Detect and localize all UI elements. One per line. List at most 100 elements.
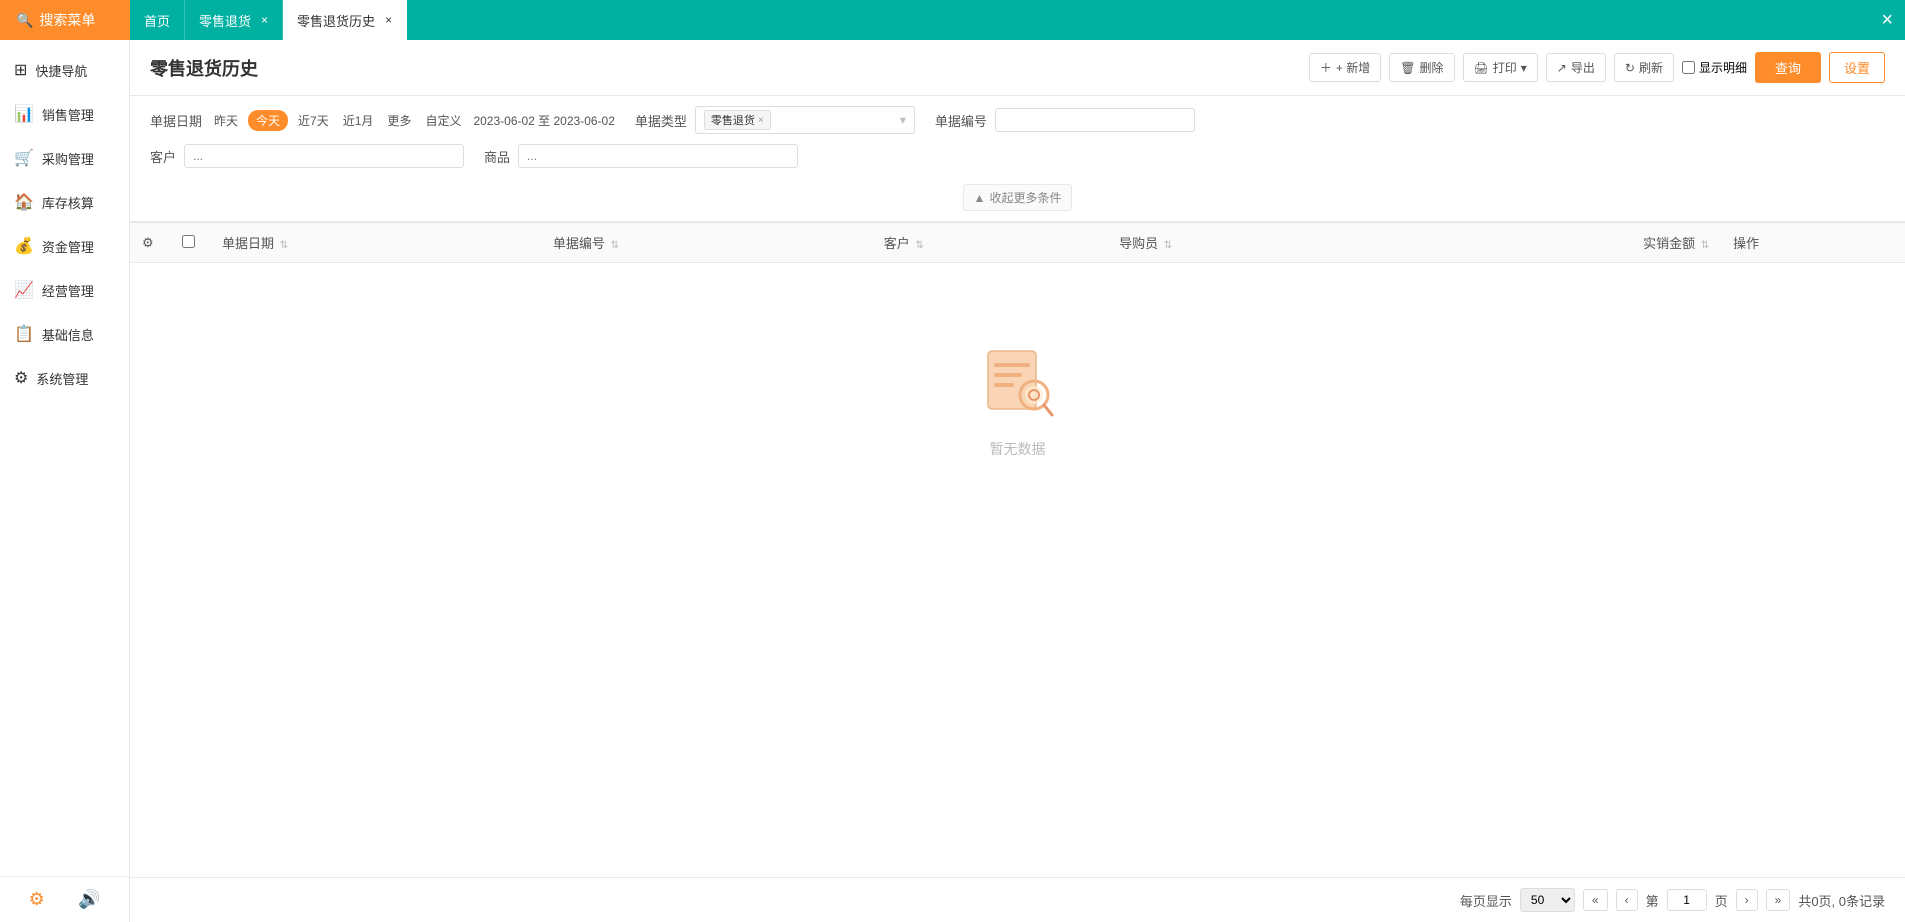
page-number-input[interactable]: 1 — [1667, 889, 1707, 911]
tab-retail-return-history-close[interactable]: × — [385, 13, 392, 27]
sidebar: ⊞ 快捷导航 📊 销售管理 🛒 采购管理 🏠 库存核算 💰 资金管理 📈 经营管… — [0, 40, 130, 922]
doc-type-tag-close[interactable]: × — [758, 115, 764, 126]
sidebar-item-sales[interactable]: 📊 销售管理 — [0, 92, 129, 136]
print-icon: 🖨 — [1474, 61, 1489, 75]
sidebar-speaker-btn[interactable]: 🔊 — [78, 889, 100, 910]
tab-home[interactable]: 首页 — [130, 0, 185, 40]
page-title: 零售退货历史 — [150, 55, 258, 81]
sidebar-settings-btn[interactable]: ⚙ — [29, 889, 45, 910]
th-doc-date[interactable]: 单据日期 ⇅ — [210, 223, 541, 263]
date-month[interactable]: 近1月 — [339, 110, 378, 131]
date-today[interactable]: 今天 — [248, 110, 288, 131]
th-customer[interactable]: 客户 ⇅ — [872, 223, 1107, 263]
sidebar-bottom: ⚙ 🔊 — [0, 876, 129, 922]
doc-type-chevron-icon: ▾ — [900, 113, 906, 127]
sidebar-item-sales-label: 销售管理 — [42, 105, 94, 124]
print-label: 打印 — [1493, 59, 1517, 76]
date-yesterday[interactable]: 昨天 — [210, 110, 242, 131]
page-first-btn[interactable]: « — [1583, 889, 1608, 911]
tab-retail-return[interactable]: 零售退货 × — [185, 0, 283, 40]
query-btn[interactable]: 查询 — [1755, 52, 1821, 83]
th-doc-number-label: 单据编号 — [553, 236, 605, 251]
date-filter-label: 单据日期 — [150, 111, 202, 130]
page-last-btn[interactable]: » — [1766, 889, 1791, 911]
date-filter: 单据日期 昨天 今天 近7天 近1月 更多 自定义 2023-06-02 至 2… — [150, 110, 615, 131]
empty-state: 暂无数据 — [130, 263, 1905, 539]
doc-type-select[interactable]: 零售退货 × ▾ — [695, 106, 915, 134]
query-label: 查询 — [1775, 61, 1801, 76]
purchase-icon: 🛒 — [14, 148, 34, 168]
th-customer-sort-icon: ⇅ — [915, 240, 923, 251]
collapse-label: 收起更多条件 — [989, 189, 1061, 206]
search-icon: 🔍 — [16, 12, 33, 29]
sidebar-item-system-label: 系统管理 — [36, 369, 88, 388]
new-btn[interactable]: ＋ + 新增 — [1309, 53, 1381, 82]
empty-icon — [978, 343, 1058, 423]
tab-retail-return-history[interactable]: 零售退货历史 × — [283, 0, 407, 40]
page-size-select[interactable]: 50 20 100 — [1520, 888, 1575, 912]
date-more[interactable]: 更多 — [383, 110, 415, 131]
delete-btn[interactable]: 🗑 删除 — [1389, 53, 1454, 82]
date-range-display: 2023-06-02 至 2023-06-02 — [473, 112, 614, 129]
sidebar-item-inventory-label: 库存核算 — [42, 193, 94, 212]
search-menu-btn[interactable]: 🔍 搜索菜单 — [0, 0, 130, 40]
sidebar-item-system[interactable]: ⚙ 系统管理 — [0, 356, 129, 400]
th-action: 操作 — [1721, 223, 1905, 263]
page-next-btn[interactable]: › — [1736, 889, 1758, 911]
show-detail-checkbox[interactable] — [1682, 61, 1695, 74]
date-options: 昨天 今天 近7天 近1月 更多 自定义 — [210, 110, 465, 131]
sidebar-item-basic-info[interactable]: 📋 基础信息 — [0, 312, 129, 356]
data-table: ⚙ 单据日期 ⇅ 单据编号 ⇅ — [130, 222, 1905, 263]
setting-btn[interactable]: 设置 — [1829, 52, 1885, 83]
page-label: 页 — [1715, 891, 1728, 910]
date-week[interactable]: 近7天 — [294, 110, 333, 131]
sidebar-item-basic-info-label: 基础信息 — [42, 325, 94, 344]
customer-input[interactable] — [184, 144, 464, 168]
goods-input[interactable] — [518, 144, 798, 168]
th-check — [170, 223, 210, 263]
sidebar-item-purchase[interactable]: 🛒 采购管理 — [0, 136, 129, 180]
print-btn[interactable]: 🖨 打印 ▾ — [1463, 53, 1538, 82]
page-prev-btn[interactable]: ‹ — [1616, 889, 1638, 911]
sidebar-item-finance[interactable]: 💰 资金管理 — [0, 224, 129, 268]
new-label: + 新增 — [1336, 59, 1370, 76]
th-amount[interactable]: 实销金额 ⇅ — [1390, 223, 1721, 263]
th-doc-date-label: 单据日期 — [222, 236, 274, 251]
tab-retail-return-close[interactable]: × — [261, 13, 268, 27]
th-doc-number[interactable]: 单据编号 ⇅ — [541, 223, 872, 263]
sales-icon: 📊 — [14, 104, 34, 124]
th-guide-sort-icon: ⇅ — [1164, 240, 1172, 251]
refresh-label: 刷新 — [1639, 59, 1663, 76]
select-all-checkbox[interactable] — [182, 235, 195, 248]
sidebar-item-quick-nav[interactable]: ⊞ 快捷导航 — [0, 48, 129, 92]
window-close-btn[interactable]: × — [1881, 9, 1893, 32]
goods-label: 商品 — [484, 147, 510, 166]
column-settings-icon[interactable]: ⚙ — [142, 235, 154, 250]
sidebar-item-operations[interactable]: 📈 经营管理 — [0, 268, 129, 312]
doc-type-filter: 单据类型 零售退货 × ▾ — [635, 106, 915, 134]
refresh-btn[interactable]: ↻ 刷新 — [1614, 53, 1674, 82]
export-btn[interactable]: ↗ 导出 — [1546, 53, 1606, 82]
sidebar-item-inventory[interactable]: 🏠 库存核算 — [0, 180, 129, 224]
finance-icon: 💰 — [14, 236, 34, 256]
export-icon: ↗ — [1557, 61, 1567, 75]
th-settings[interactable]: ⚙ — [130, 223, 170, 263]
page-size-label: 每页显示 — [1460, 891, 1512, 910]
collapse-btn[interactable]: ▲ 收起更多条件 — [963, 184, 1073, 211]
th-amount-label: 实销金额 — [1643, 236, 1695, 251]
collapse-icon: ▲ — [974, 191, 986, 205]
th-doc-number-sort-icon: ⇅ — [611, 240, 619, 251]
sidebar-item-operations-label: 经营管理 — [42, 281, 94, 300]
show-detail-label[interactable]: 显示明细 — [1682, 59, 1747, 76]
th-guide-label: 导购员 — [1119, 236, 1158, 251]
page-header: 零售退货历史 ＋ + 新增 🗑 删除 🖨 打印 ▾ — [130, 40, 1905, 96]
doc-number-input[interactable] — [995, 108, 1195, 132]
date-custom[interactable]: 自定义 — [421, 110, 465, 131]
quick-nav-icon: ⊞ — [14, 60, 27, 80]
delete-label: 删除 — [1420, 59, 1444, 76]
th-guide[interactable]: 导购员 ⇅ — [1107, 223, 1390, 263]
sidebar-item-purchase-label: 采购管理 — [42, 149, 94, 168]
th-action-label: 操作 — [1733, 236, 1759, 251]
doc-number-label: 单据编号 — [935, 111, 987, 130]
inventory-icon: 🏠 — [14, 192, 34, 212]
